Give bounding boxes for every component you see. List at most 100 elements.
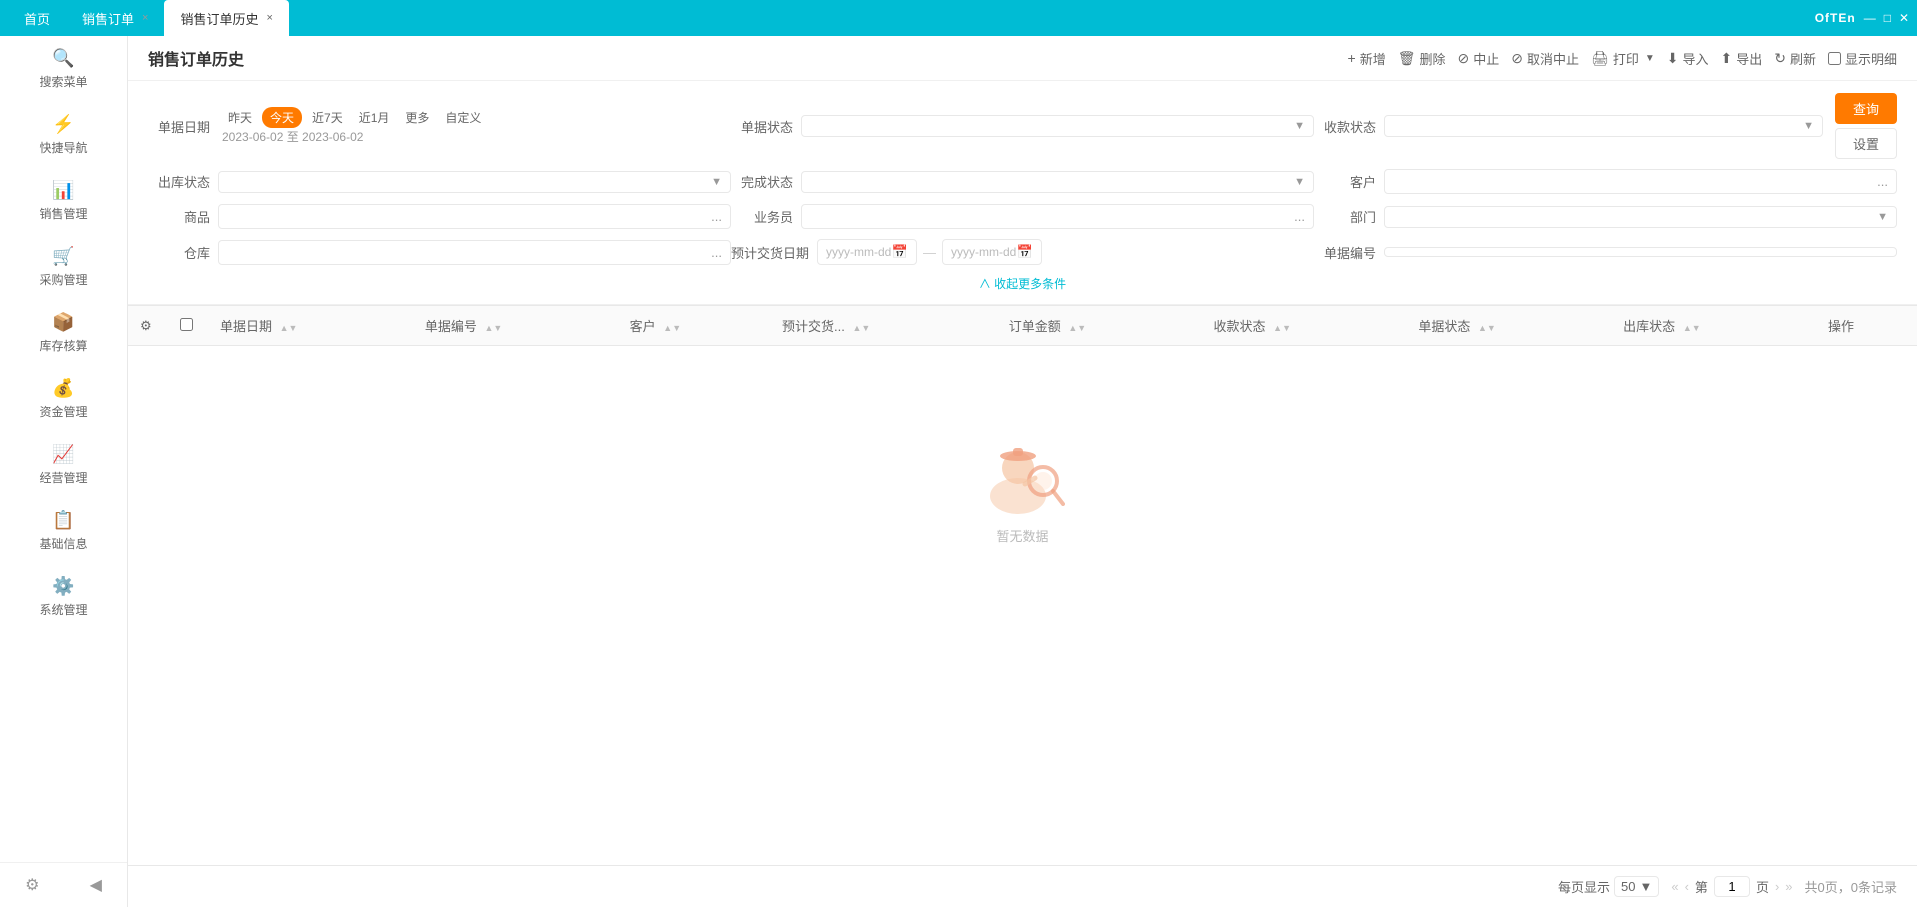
last-page-btn[interactable]: »: [1785, 879, 1792, 894]
shortcut-yesterday[interactable]: 昨天: [222, 107, 258, 128]
import-label: 导入: [1682, 49, 1708, 68]
set-button[interactable]: 设置: [1835, 128, 1897, 159]
out-stock-label: 出库状态: [148, 172, 218, 191]
date-range-separator: —: [923, 245, 936, 260]
sidebar-settings-icon[interactable]: ⚙: [25, 875, 39, 895]
department-select[interactable]: ▼: [1384, 206, 1897, 228]
expected-date-end[interactable]: yyyy-mm-dd 📅: [942, 239, 1042, 265]
refresh-button[interactable]: ↻ 刷新: [1774, 49, 1816, 68]
shortcut-more[interactable]: 更多: [399, 107, 435, 128]
sidebar-item-system[interactable]: ⚙️ 系统管理: [0, 564, 127, 630]
tab-sales-order-history-close[interactable]: ×: [266, 12, 272, 24]
table-area: ⚙ 单据日期 ▲▼ 单据编号 ▲▼ 客户: [128, 305, 1917, 865]
select-all-checkbox[interactable]: [180, 318, 193, 331]
th-order-no[interactable]: 单据编号 ▲▼: [413, 306, 618, 346]
tab-sales-order-close[interactable]: ×: [142, 12, 148, 24]
finance-icon: 💰: [52, 378, 74, 399]
toolbar: + 新增 🗑 删除 ⊘ 中止 ⊘ 取消中止 🖨 打印: [1348, 49, 1897, 68]
th-amount[interactable]: 订单金额 ▲▼: [997, 306, 1202, 346]
salesperson-input[interactable]: ...: [801, 204, 1314, 229]
stop-button[interactable]: ⊘ 中止: [1458, 49, 1500, 68]
product-input[interactable]: ...: [218, 204, 731, 229]
th-date[interactable]: 单据日期 ▲▼: [208, 306, 413, 346]
window-close-btn[interactable]: ✕: [1899, 11, 1909, 25]
pay-status-chevron-icon: ▼: [1803, 120, 1814, 132]
tab-sales-order-history[interactable]: 销售订单历史 ×: [164, 0, 288, 36]
customer-label: 客户: [1314, 172, 1384, 191]
page-size-box[interactable]: 50 ▼: [1614, 876, 1659, 897]
print-button[interactable]: 🖨 打印 ▼: [1591, 49, 1655, 68]
page-size-label: 每页显示: [1558, 877, 1610, 896]
warehouse-filter-group: 仓库 ...: [148, 240, 731, 265]
sidebar-item-inventory[interactable]: 📦 库存核算: [0, 300, 127, 366]
th-checkbox[interactable]: [168, 306, 208, 346]
complete-select[interactable]: ▼: [801, 171, 1314, 193]
warehouse-ellipsis-icon: ...: [711, 245, 722, 260]
next-page-btn[interactable]: ›: [1775, 879, 1779, 894]
th-expected-date[interactable]: 预计交货... ▲▼: [770, 306, 997, 346]
department-label: 部门: [1314, 207, 1384, 226]
window-max-btn[interactable]: □: [1884, 11, 1891, 25]
empty-state: 暂无数据: [128, 346, 1917, 625]
customer-filter-group: 客户 ...: [1314, 169, 1897, 194]
filter-row-3: 商品 ... 业务员 ... 部门 ▼: [148, 204, 1897, 229]
import-button[interactable]: ⬇ 导入: [1667, 49, 1709, 68]
customer-input[interactable]: ...: [1384, 169, 1897, 194]
sidebar-item-sales[interactable]: 📊 销售管理: [0, 168, 127, 234]
status-label: 单据状态: [731, 117, 801, 136]
calendar-end-icon: 📅: [1017, 244, 1033, 260]
sidebar-item-finance[interactable]: 💰 资金管理: [0, 366, 127, 432]
page-input[interactable]: [1714, 876, 1750, 897]
prev-page-btn[interactable]: ‹: [1685, 879, 1689, 894]
export-button[interactable]: ⬆ 导出: [1720, 49, 1762, 68]
shortcut-7days[interactable]: 近7天: [306, 107, 349, 128]
total-info: 共0页，0条记录: [1805, 877, 1897, 896]
sales-icon: 📊: [52, 180, 74, 201]
tab-sales-order[interactable]: 销售订单 ×: [66, 0, 164, 36]
out-stock-filter-group: 出库状态 ▼: [148, 171, 731, 193]
delete-button[interactable]: 🗑 删除: [1398, 49, 1446, 68]
first-page-btn[interactable]: «: [1671, 879, 1678, 894]
date-label: 单据日期: [148, 117, 218, 136]
stop-icon: ⊘: [1458, 50, 1470, 67]
th-pay-status[interactable]: 收款状态 ▲▼: [1202, 306, 1407, 346]
product-filter-group: 商品 ...: [148, 204, 731, 229]
tab-home[interactable]: 首页: [8, 0, 66, 36]
shortcut-1month[interactable]: 近1月: [353, 107, 396, 128]
display-toggle-checkbox[interactable]: [1828, 52, 1841, 65]
shortcut-custom[interactable]: 自定义: [439, 107, 487, 128]
th-customer[interactable]: 客户 ▲▼: [618, 306, 770, 346]
display-toggle[interactable]: 显示明细: [1828, 49, 1897, 68]
sidebar-collapse-icon[interactable]: ◀: [90, 875, 102, 895]
sidebar-item-operations[interactable]: 📈 经营管理: [0, 432, 127, 498]
sidebar-item-quick-nav[interactable]: ⚡ 快捷导航: [0, 102, 127, 168]
shortcut-today[interactable]: 今天: [262, 107, 302, 128]
pay-status-select[interactable]: ▼: [1384, 115, 1823, 137]
warehouse-input[interactable]: ...: [218, 240, 731, 265]
add-button[interactable]: + 新增: [1348, 49, 1386, 68]
order-no-filter-group: 单据编号: [1314, 243, 1897, 262]
sidebar-item-basic-info[interactable]: 📋 基础信息: [0, 498, 127, 564]
export-label: 导出: [1736, 49, 1762, 68]
sort-expected-date-icon: ▲▼: [852, 324, 870, 333]
collapse-label: 收起更多条件: [994, 277, 1066, 291]
out-stock-chevron-icon: ▼: [711, 176, 722, 188]
collapse-bar[interactable]: ∧ 收起更多条件: [148, 275, 1897, 292]
expected-date-start[interactable]: yyyy-mm-dd 📅: [817, 239, 917, 265]
query-button[interactable]: 查询: [1835, 93, 1897, 124]
out-stock-select[interactable]: ▼: [218, 171, 731, 193]
window-min-btn[interactable]: —: [1864, 11, 1876, 25]
sidebar-item-search[interactable]: 🔍 搜索菜单: [0, 36, 127, 102]
th-out-stock-status[interactable]: 出库状态 ▲▼: [1611, 306, 1816, 346]
cancel-stop-button[interactable]: ⊘ 取消中止: [1511, 49, 1579, 68]
status-select[interactable]: ▼: [801, 115, 1314, 137]
th-order-status[interactable]: 单据状态 ▲▼: [1406, 306, 1611, 346]
th-settings[interactable]: ⚙: [128, 306, 168, 346]
quick-nav-icon: ⚡: [52, 114, 74, 135]
empty-state-cell: 暂无数据: [128, 346, 1917, 626]
salesperson-filter-group: 业务员 ...: [731, 204, 1314, 229]
page-unit: 页: [1756, 877, 1769, 896]
tab-sales-order-label: 销售订单: [82, 9, 134, 28]
sidebar-item-purchase[interactable]: 🛒 采购管理: [0, 234, 127, 300]
order-no-input[interactable]: [1384, 247, 1897, 257]
